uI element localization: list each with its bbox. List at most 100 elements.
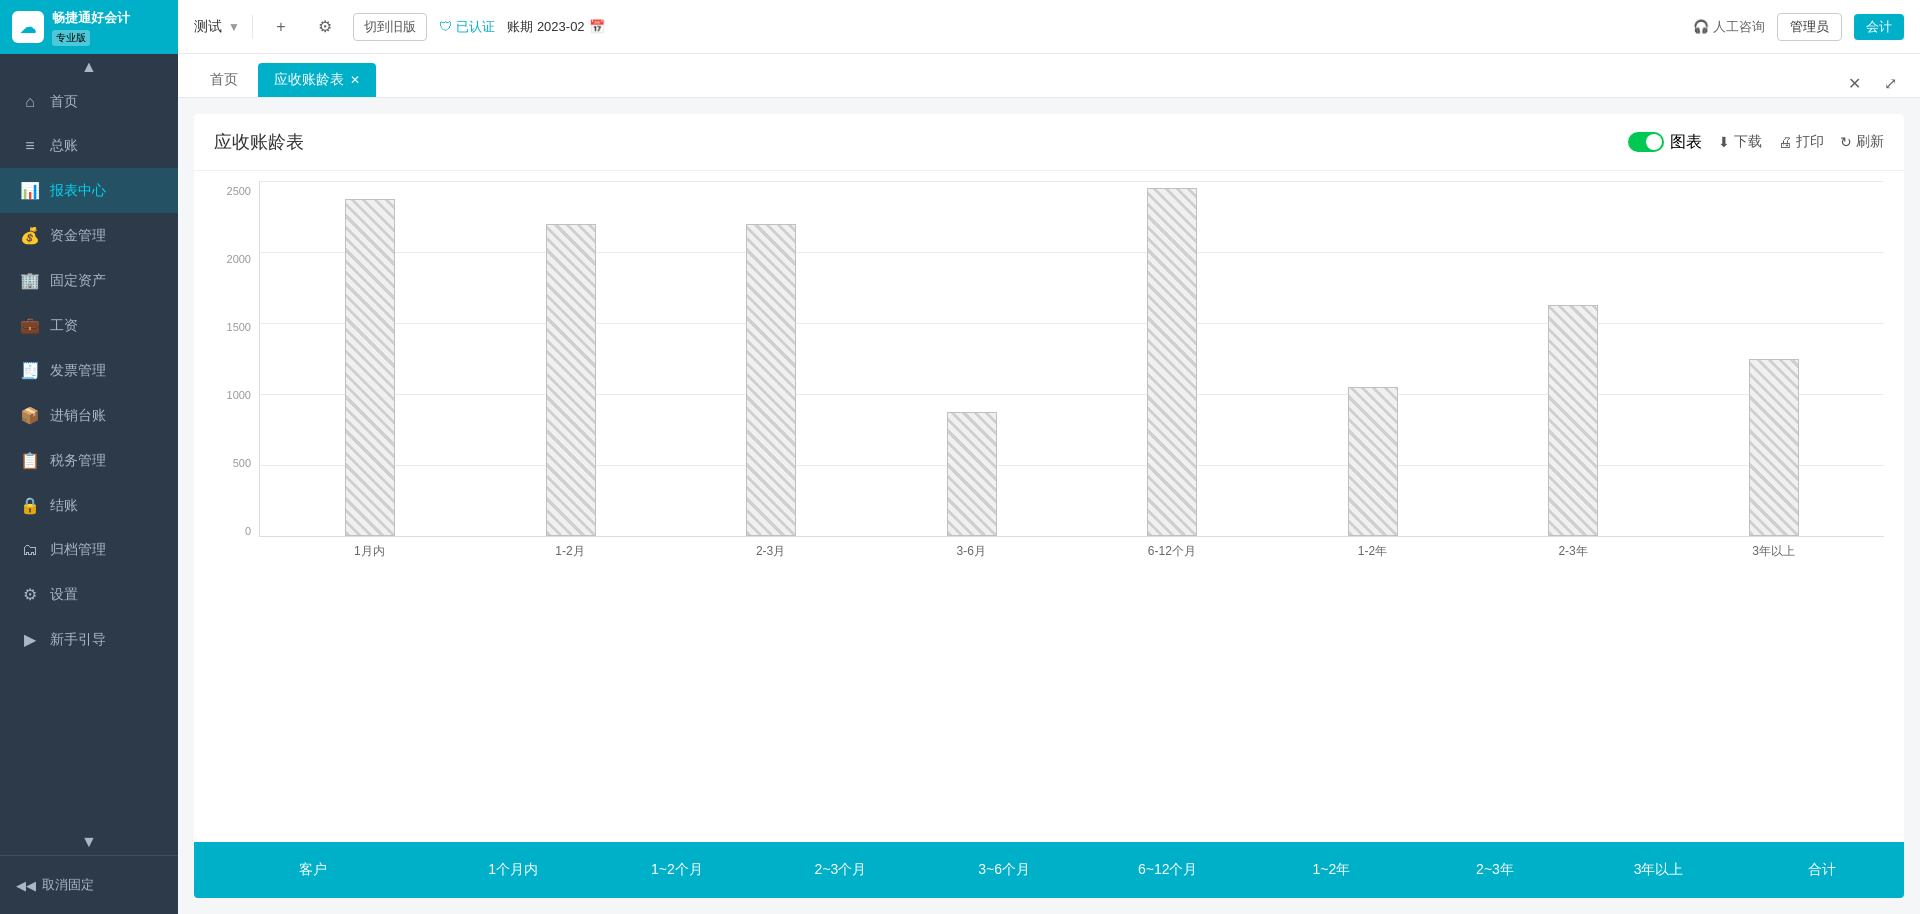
chart-container: 0 500 1000 1500 2000 2500	[214, 181, 1884, 561]
sidebar: ☁ 畅捷通好会计 专业版 ▲ ⌂ 首页 ≡ 总账 📊 报表中心 💰 资金管理 🏢…	[0, 0, 178, 914]
th-1-2y: 1~2年	[1250, 861, 1414, 879]
content-header: 应收账龄表 图表 ⬇ 下载 🖨 打印	[194, 114, 1904, 171]
bar-group-7	[1674, 181, 1875, 536]
y-axis: 0 500 1000 1500 2000 2500	[214, 181, 259, 537]
page-title: 应收账龄表	[214, 130, 304, 154]
sidebar-item-trade[interactable]: 📦 进销台账	[0, 393, 178, 438]
print-btn[interactable]: 🖨 打印	[1778, 133, 1824, 151]
salary-icon: 💼	[20, 316, 40, 335]
trade-icon: 📦	[20, 406, 40, 425]
content-actions: 图表 ⬇ 下载 🖨 打印 ↻ 刷新	[1628, 132, 1884, 153]
toggle-track[interactable]	[1628, 132, 1664, 152]
sidebar-item-guide[interactable]: ▶ 新手引导	[0, 617, 178, 662]
main: 测试 ▼ + ⚙ 切到旧版 🛡 已认证 账期 2023-02 📅 🎧 人工咨询 …	[178, 0, 1920, 914]
bar-group-6	[1473, 181, 1674, 536]
x-label-0: 1月内	[269, 543, 470, 561]
tab-aging[interactable]: 应收账龄表 ✕	[258, 63, 376, 97]
chart-inner: 0 500 1000 1500 2000 2500	[214, 181, 1884, 561]
consult-btn[interactable]: 🎧 人工咨询	[1693, 18, 1765, 36]
sidebar-item-salary[interactable]: 💼 工资	[0, 303, 178, 348]
logo-text: 畅捷通好会计 专业版	[52, 9, 130, 46]
x-label-3: 3-6月	[871, 543, 1072, 561]
tabbar-right: ✕ ⤢	[1840, 69, 1904, 97]
bar-3	[947, 412, 997, 536]
add-btn[interactable]: +	[265, 11, 297, 43]
gear-btn[interactable]: ⚙	[309, 11, 341, 43]
sidebar-item-close[interactable]: 🔒 结账	[0, 483, 178, 528]
old-version-btn[interactable]: 切到旧版	[353, 13, 427, 41]
account-btn[interactable]: 会计	[1854, 14, 1904, 40]
table-header: 客户 1个月内 1~2个月 2~3个月 3~6个月 6~12个月 1~2年 2~…	[194, 842, 1904, 898]
ledger-icon: ≡	[20, 137, 40, 155]
sidebar-item-assets[interactable]: 🏢 固定资产	[0, 258, 178, 303]
sidebar-item-home[interactable]: ⌂ 首页	[0, 80, 178, 124]
bar-5	[1348, 387, 1398, 536]
bar-group-1	[471, 181, 672, 536]
chart-area: 0 500 1000 1500 2000 2500	[194, 171, 1904, 834]
bar-group-2	[671, 181, 872, 536]
download-btn[interactable]: ⬇ 下载	[1718, 133, 1762, 151]
divider-1	[252, 15, 253, 39]
period-display: 账期 2023-02 📅	[507, 18, 605, 36]
sidebar-item-settings[interactable]: ⚙ 设置	[0, 572, 178, 617]
invoice-icon: 🧾	[20, 361, 40, 380]
tab-expand-btn[interactable]: ⤢	[1876, 69, 1904, 97]
scroll-down-btn[interactable]: ▼	[0, 829, 178, 855]
sidebar-item-invoice[interactable]: 🧾 发票管理	[0, 348, 178, 393]
bar-2	[746, 224, 796, 536]
print-icon: 🖨	[1778, 134, 1792, 150]
sidebar-item-reports[interactable]: 📊 报表中心	[0, 168, 178, 213]
th-customer: 客户	[194, 861, 431, 879]
topbar: 测试 ▼ + ⚙ 切到旧版 🛡 已认证 账期 2023-02 📅 🎧 人工咨询 …	[178, 0, 1920, 54]
certified-badge: 🛡 已认证	[439, 18, 495, 36]
sidebar-item-archive[interactable]: 🗂 归档管理	[0, 528, 178, 572]
archive-icon: 🗂	[20, 541, 40, 559]
bar-4	[1147, 188, 1197, 536]
table-section: 客户 1个月内 1~2个月 2~3个月 3~6个月 6~12个月 1~2年 2~…	[194, 842, 1904, 898]
user-btn[interactable]: 管理员	[1777, 13, 1842, 41]
toggle-thumb	[1646, 134, 1662, 150]
bar-group-4	[1072, 181, 1273, 536]
chart-label: 图表	[1670, 132, 1702, 153]
content: 应收账龄表 图表 ⬇ 下载 🖨 打印	[178, 98, 1920, 914]
bar-group-3	[872, 181, 1073, 536]
bar-6	[1548, 305, 1598, 536]
th-3y-plus: 3年以上	[1577, 861, 1741, 879]
chart-toggle[interactable]: 图表	[1628, 132, 1702, 153]
tab-close-icon[interactable]: ✕	[350, 73, 360, 87]
cancel-fixed-icon: ◀◀	[16, 878, 36, 893]
tab-home[interactable]: 首页	[194, 63, 254, 97]
scroll-up-btn[interactable]: ▲	[0, 54, 178, 80]
x-label-5: 1-2年	[1272, 543, 1473, 561]
bar-group-0	[270, 181, 471, 536]
chart-grid	[259, 181, 1884, 537]
th-1m: 1个月内	[431, 861, 595, 879]
x-label-4: 6-12个月	[1072, 543, 1273, 561]
cancel-fixed-btn[interactable]: ◀◀ 取消固定	[0, 866, 178, 904]
calendar-icon[interactable]: 📅	[589, 19, 605, 34]
home-icon: ⌂	[20, 93, 40, 111]
bar-1	[546, 224, 596, 536]
x-label-1: 1-2月	[470, 543, 671, 561]
th-2-3y: 2~3年	[1413, 861, 1577, 879]
dropdown-icon: ▼	[228, 20, 240, 34]
reports-icon: 📊	[20, 181, 40, 200]
refresh-btn[interactable]: ↻ 刷新	[1840, 133, 1884, 151]
shield-icon: 🛡	[439, 19, 452, 34]
sidebar-item-tax[interactable]: 📋 税务管理	[0, 438, 178, 483]
sidebar-bottom: ◀◀ 取消固定	[0, 855, 178, 914]
sidebar-item-ledger[interactable]: ≡ 总账	[0, 124, 178, 168]
settings-icon: ⚙	[20, 585, 40, 604]
x-label-7: 3年以上	[1673, 543, 1874, 561]
bars-container	[260, 181, 1884, 536]
chart-body: 1月内 1-2月 2-3月 3-6月 6-12个月 1-2年 2-3年 3年以上	[259, 181, 1884, 561]
topbar-right: 🎧 人工咨询 管理员 会计	[1693, 13, 1904, 41]
sidebar-item-capital[interactable]: 💰 资金管理	[0, 213, 178, 258]
download-icon: ⬇	[1718, 134, 1730, 150]
bar-group-5	[1273, 181, 1474, 536]
capital-icon: 💰	[20, 226, 40, 245]
tab-close-btn[interactable]: ✕	[1840, 69, 1868, 97]
project-selector[interactable]: 测试 ▼	[194, 18, 240, 36]
headset-icon: 🎧	[1693, 19, 1709, 34]
sidebar-logo: ☁ 畅捷通好会计 专业版	[0, 0, 178, 54]
